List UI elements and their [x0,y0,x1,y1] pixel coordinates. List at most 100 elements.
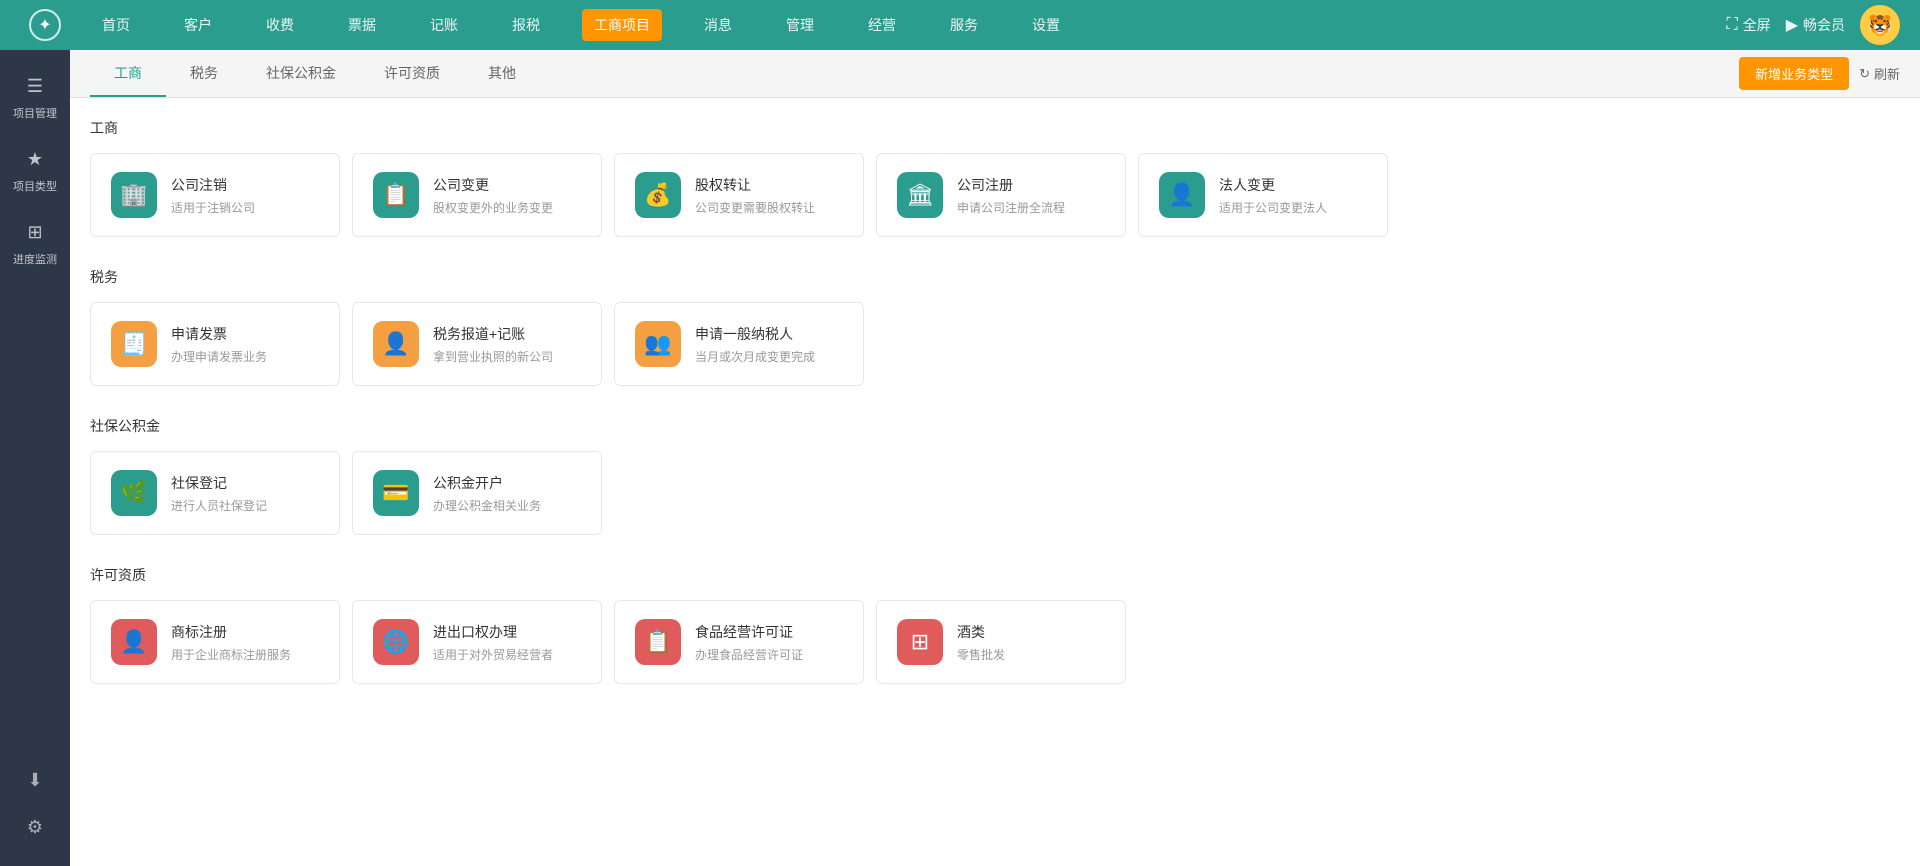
card-icon: 💰 [635,172,681,218]
card-title: 社保登记 [171,473,267,493]
section-税务: 税务 🧾 申请发票 办理申请发票业务 👤 税务报道+记账 拿到营业执照的新公司 … [90,267,1900,386]
nav-item-收费[interactable]: 收费 [254,9,306,41]
nav-item-管理[interactable]: 管理 [774,9,826,41]
card-desc: 当月或次月成变更完成 [695,348,815,365]
nav-item-消息[interactable]: 消息 [692,9,744,41]
card-desc: 拿到营业执照的新公司 [433,348,553,365]
refresh-button[interactable]: ↻ 刷新 [1859,64,1900,83]
nav-item-记账[interactable]: 记账 [418,9,470,41]
tab-工商[interactable]: 工商 [90,51,166,97]
card-title: 股权转让 [695,175,815,195]
nav-item-报税[interactable]: 报税 [500,9,552,41]
sidebar-bottom-settings[interactable]: ⚙ [19,809,51,846]
add-type-button[interactable]: 新增业务类型 [1739,57,1849,90]
nav-item-服务[interactable]: 服务 [938,9,990,41]
card-icon: 📋 [373,172,419,218]
card-text: 食品经营许可证 办理食品经营许可证 [695,622,803,663]
card-text: 进出口权办理 适用于对外贸易经营者 [433,622,553,663]
card-text: 公司注册 申请公司注册全流程 [957,175,1065,216]
nav-item-经营[interactable]: 经营 [856,9,908,41]
sidebar-item-项目类型[interactable]: ★ 项目类型 [0,133,70,206]
tab-actions: 新增业务类型 ↻ 刷新 [1739,57,1900,90]
service-card-公司变更[interactable]: 📋 公司变更 股权变更外的业务变更 [352,153,602,237]
nav-items: 首页客户收费票据记账报税工商项目消息管理经营服务设置 [90,9,1726,41]
service-card-公司注销[interactable]: 🏢 公司注销 适用于注销公司 [90,153,340,237]
service-card-税务报道+记账[interactable]: 👤 税务报道+记账 拿到营业执照的新公司 [352,302,602,386]
sidebar-label: 项目管理 [13,105,57,121]
sidebar-bottom: ⬇⚙ [19,762,51,866]
sidebar-label: 进度监测 [13,251,57,267]
card-icon: 👥 [635,321,681,367]
nav-item-票据[interactable]: 票据 [336,9,388,41]
card-title: 公积金开户 [433,473,541,493]
tab-社保公积金[interactable]: 社保公积金 [242,51,360,97]
sidebar-label: 项目类型 [13,178,57,194]
service-card-申请一般纳税人[interactable]: 👥 申请一般纳税人 当月或次月成变更完成 [614,302,864,386]
refresh-icon: ↻ [1859,66,1870,82]
card-desc: 公司变更需要股权转让 [695,199,815,216]
vip-button[interactable]: ▶ 畅会员 [1786,15,1845,35]
service-card-进出口权办理[interactable]: 🌐 进出口权办理 适用于对外贸易经营者 [352,600,602,684]
content-area: 工商税务社保公积金许可资质其他 新增业务类型 ↻ 刷新 工商 🏢 公司注销 适用… [70,50,1920,866]
nav-right: ⛶ 全屏 ▶ 畅会员 🐯 [1726,5,1900,45]
card-icon: 🧾 [111,321,157,367]
top-navigation: ✦ 首页客户收费票据记账报税工商项目消息管理经营服务设置 ⛶ 全屏 ▶ 畅会员 … [0,0,1920,50]
service-card-食品经营许可证[interactable]: 📋 食品经营许可证 办理食品经营许可证 [614,600,864,684]
sidebar-bottom-download[interactable]: ⬇ [19,762,50,799]
section-许可资质: 许可资质 👤 商标注册 用于企业商标注册服务 🌐 进出口权办理 适用于对外贸易经… [90,565,1900,684]
service-card-酒类[interactable]: ⊞ 酒类 零售批发 [876,600,1126,684]
cards-grid: 👤 商标注册 用于企业商标注册服务 🌐 进出口权办理 适用于对外贸易经营者 📋 … [90,600,1900,684]
nav-item-工商项目[interactable]: 工商项目 [582,9,662,41]
card-text: 社保登记 进行人员社保登记 [171,473,267,514]
service-card-商标注册[interactable]: 👤 商标注册 用于企业商标注册服务 [90,600,340,684]
service-card-股权转让[interactable]: 💰 股权转让 公司变更需要股权转让 [614,153,864,237]
refresh-label: 刷新 [1874,64,1900,83]
mascot-avatar[interactable]: 🐯 [1860,5,1900,45]
tabs-container: 工商税务社保公积金许可资质其他 [90,51,540,97]
cards-grid: 🏢 公司注销 适用于注销公司 📋 公司变更 股权变更外的业务变更 💰 股权转让 … [90,153,1900,237]
service-card-社保登记[interactable]: 🌿 社保登记 进行人员社保登记 [90,451,340,535]
tab-税务[interactable]: 税务 [166,51,242,97]
service-card-公司注册[interactable]: 🏛 公司注册 申请公司注册全流程 [876,153,1126,237]
nav-item-客户[interactable]: 客户 [172,9,224,41]
card-desc: 申请公司注册全流程 [957,199,1065,216]
service-card-公积金开户[interactable]: 💳 公积金开户 办理公积金相关业务 [352,451,602,535]
tab-许可资质[interactable]: 许可资质 [360,51,464,97]
card-desc: 进行人员社保登记 [171,497,267,514]
service-card-申请发票[interactable]: 🧾 申请发票 办理申请发票业务 [90,302,340,386]
sidebar-icon: ⊞ [21,218,49,246]
card-title: 食品经营许可证 [695,622,803,642]
sidebar-item-进度监测[interactable]: ⊞ 进度监测 [0,206,70,279]
card-icon: 📋 [635,619,681,665]
sidebar-icon: ★ [21,145,49,173]
fullscreen-button[interactable]: ⛶ 全屏 [1726,15,1770,35]
card-title: 进出口权办理 [433,622,553,642]
nav-item-设置[interactable]: 设置 [1020,9,1072,41]
logo-icon: ✦ [29,9,61,41]
content-scroll[interactable]: 工商 🏢 公司注销 适用于注销公司 📋 公司变更 股权变更外的业务变更 💰 股权… [70,98,1920,866]
card-title: 公司变更 [433,175,553,195]
card-desc: 股权变更外的业务变更 [433,199,553,216]
service-card-法人变更[interactable]: 👤 法人变更 适用于公司变更法人 [1138,153,1388,237]
nav-item-首页[interactable]: 首页 [90,9,142,41]
card-text: 申请发票 办理申请发票业务 [171,324,267,365]
card-desc: 适用于对外贸易经营者 [433,646,553,663]
tab-bar: 工商税务社保公积金许可资质其他 新增业务类型 ↻ 刷新 [70,50,1920,98]
section-title: 工商 [90,118,1900,138]
card-desc: 用于企业商标注册服务 [171,646,291,663]
card-desc: 适用于公司变更法人 [1219,199,1327,216]
card-title: 申请一般纳税人 [695,324,815,344]
section-工商: 工商 🏢 公司注销 适用于注销公司 📋 公司变更 股权变更外的业务变更 💰 股权… [90,118,1900,237]
tab-其他[interactable]: 其他 [464,51,540,97]
card-title: 酒类 [957,622,1005,642]
sidebar-item-项目管理[interactable]: ☰项目管理 [0,60,70,133]
logo[interactable]: ✦ [20,9,70,41]
card-text: 税务报道+记账 拿到营业执照的新公司 [433,324,553,365]
cards-grid: 🧾 申请发票 办理申请发票业务 👤 税务报道+记账 拿到营业执照的新公司 👥 申… [90,302,1900,386]
vip-label: 畅会员 [1803,15,1845,35]
card-desc: 零售批发 [957,646,1005,663]
card-icon: 🏛 [897,172,943,218]
card-text: 公司注销 适用于注销公司 [171,175,255,216]
card-title: 申请发票 [171,324,267,344]
cards-grid: 🌿 社保登记 进行人员社保登记 💳 公积金开户 办理公积金相关业务 [90,451,1900,535]
